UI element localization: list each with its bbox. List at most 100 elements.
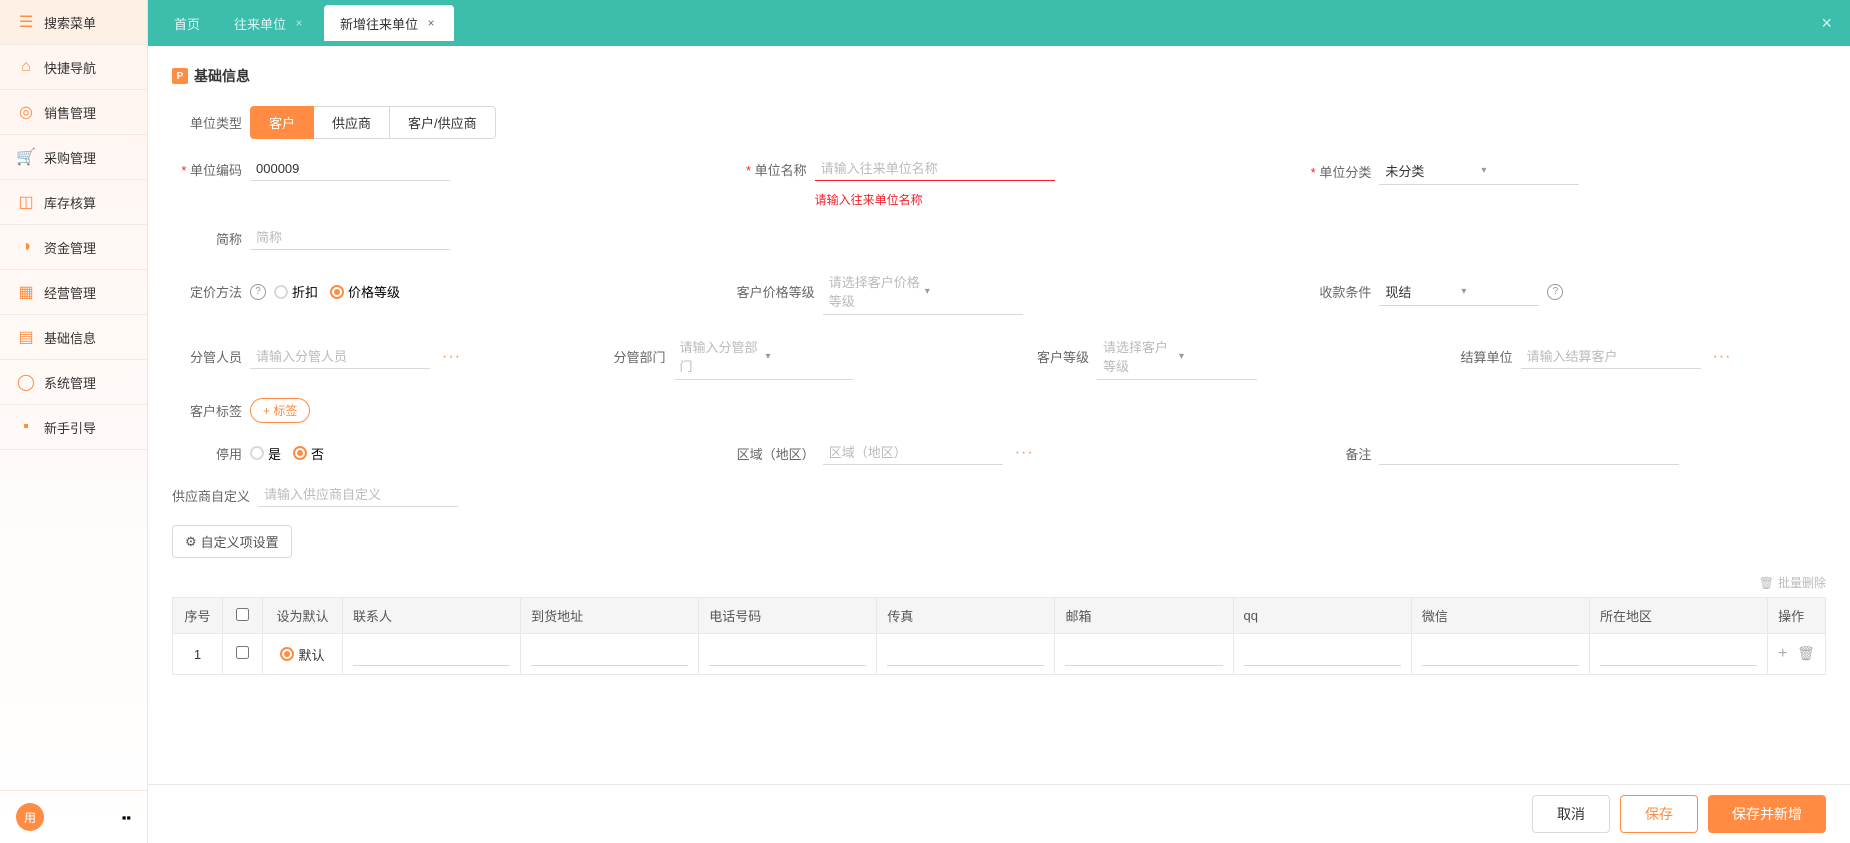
window-close-button[interactable]: ×	[1813, 9, 1840, 38]
sidebar-item-inventory[interactable]: ◫ 库存核算	[0, 180, 147, 225]
contact-input[interactable]	[353, 642, 510, 666]
form-row-pricing: 定价方法 ? 折扣 价格等级 客户价格等级 请选择客户价格等级	[172, 268, 1826, 315]
supplier-custom-input[interactable]	[258, 483, 458, 507]
col-default: 设为默认	[263, 598, 343, 634]
payment-help-icon[interactable]: ?	[1547, 284, 1563, 300]
col-region: 所在地区	[1590, 598, 1768, 634]
sidebar-item-purchase[interactable]: 🛒 采购管理	[0, 135, 147, 180]
manager-group: 分管人员 ···	[172, 345, 556, 369]
tab-new-partner-label: 新增往来单位	[340, 14, 418, 33]
wechat-input[interactable]	[1422, 642, 1579, 666]
row-default-cell: 默认	[263, 634, 343, 675]
disabled-radio-group: 是 否	[250, 444, 324, 463]
save-button[interactable]: 保存	[1620, 795, 1698, 833]
unit-name-input[interactable]	[815, 157, 1055, 181]
quick-nav-icon: ⌂	[16, 57, 36, 77]
row-fax	[877, 634, 1055, 675]
payment-term-value: 现结	[1385, 282, 1457, 301]
inventory-icon: ◫	[16, 192, 36, 212]
row-checkbox[interactable]	[236, 646, 249, 659]
tab-home[interactable]: 首页	[158, 5, 216, 41]
gear-icon: ⚙	[185, 534, 197, 550]
sidebar-item-quick-nav[interactable]: ⌂ 快捷导航	[0, 45, 147, 90]
unit-category-group: 单位分类 未分类 ▾	[1301, 157, 1826, 185]
payment-term-select[interactable]: 现结 ▾	[1379, 278, 1539, 306]
add-tag-button[interactable]: + 标签	[250, 398, 310, 423]
customer-price-group: 客户价格等级 请选择客户价格等级 ▾	[737, 268, 1262, 315]
manager-dots-btn[interactable]: ···	[438, 348, 465, 366]
fax-input[interactable]	[887, 642, 1044, 666]
short-name-input[interactable]	[250, 226, 450, 250]
tab-partner-list[interactable]: 往来单位 ×	[218, 5, 322, 41]
settlement-unit-group: 结算单位 ···	[1443, 345, 1827, 369]
settlement-unit-input[interactable]	[1521, 345, 1701, 369]
settlement-dots-btn[interactable]: ···	[1709, 348, 1736, 366]
row-add-btn[interactable]: +	[1778, 645, 1787, 662]
col-address: 到货地址	[521, 598, 699, 634]
email-input[interactable]	[1065, 642, 1222, 666]
remark-input[interactable]	[1379, 441, 1679, 465]
unit-type-group: 单位类型 客户 供应商 客户/供应商	[172, 106, 1826, 139]
sidebar-item-sales[interactable]: ◎ 销售管理	[0, 90, 147, 135]
contact-table: 序号 设为默认 联系人 到货地址 电话号码 传真 邮箱 qq 微信 所在地区	[172, 597, 1826, 675]
unit-code-input[interactable]	[250, 157, 450, 181]
supplier-custom-label: 供应商自定义	[172, 486, 250, 505]
select-all-checkbox[interactable]	[236, 608, 249, 621]
pricing-help-icon[interactable]: ?	[250, 284, 266, 300]
row-delete-btn[interactable]: 🗑	[1797, 645, 1815, 661]
sidebar-item-new-guide[interactable]: ▪ 新手引导	[0, 405, 147, 450]
radio-discount[interactable]: 折扣	[274, 282, 318, 301]
sidebar-item-label: 采购管理	[44, 148, 96, 167]
form-row-short-name: 简称	[172, 226, 1826, 250]
region-dots-btn[interactable]: ···	[1011, 444, 1038, 462]
type-btn-supplier[interactable]: 供应商	[314, 106, 390, 139]
address-input[interactable]	[531, 642, 688, 666]
customer-level-select[interactable]: 请选择客户等级 ▾	[1097, 333, 1257, 380]
purchase-icon: 🛒	[16, 147, 36, 167]
sidebar-item-basic-info[interactable]: ▤ 基础信息	[0, 315, 147, 360]
radio-disabled-no[interactable]: 否	[293, 444, 324, 463]
row-default-radio[interactable]: 默认	[273, 645, 332, 664]
sidebar: ☰ 搜索菜单 ⌂ 快捷导航 ◎ 销售管理 🛒 采购管理 ◫ 库存核算 ◑ 资金管…	[0, 0, 148, 843]
phone-input[interactable]	[709, 642, 866, 666]
region-table-input[interactable]	[1600, 642, 1757, 666]
region-label: 区域（地区）	[737, 444, 815, 463]
tab-home-label: 首页	[174, 14, 200, 33]
unit-name-group: 单位名称 请输入往来单位名称	[737, 157, 1262, 208]
department-select[interactable]: 请输入分管部门 ▾	[674, 333, 854, 380]
manager-input[interactable]	[250, 345, 430, 369]
tab-partner-list-close[interactable]: ×	[292, 16, 306, 30]
radio-price-level[interactable]: 价格等级	[330, 282, 400, 301]
pricing-radio-group: 折扣 价格等级	[274, 282, 400, 301]
section-title-text: 基础信息	[194, 66, 250, 86]
sidebar-item-label: 经营管理	[44, 283, 96, 302]
supplier-custom-group: 供应商自定义	[172, 483, 1826, 507]
customer-price-select[interactable]: 请选择客户价格等级 ▾	[823, 268, 1023, 315]
batch-delete-button[interactable]: 🗑 批量删除	[1759, 574, 1826, 591]
sidebar-item-label: 销售管理	[44, 103, 96, 122]
type-btn-both[interactable]: 客户/供应商	[390, 106, 496, 139]
type-btn-customer[interactable]: 客户	[250, 106, 314, 139]
sidebar-item-sys-mgmt[interactable]: ◯ 系统管理	[0, 360, 147, 405]
sidebar-item-ops[interactable]: ▦ 经营管理	[0, 270, 147, 315]
action-bar: 取消 保存 保存并新增	[148, 784, 1850, 843]
qq-input[interactable]	[1244, 642, 1401, 666]
row-action: + 🗑	[1768, 634, 1826, 675]
cancel-button[interactable]: 取消	[1532, 795, 1610, 833]
radio-disabled-yes[interactable]: 是	[250, 444, 281, 463]
tab-new-partner[interactable]: 新增往来单位 ×	[324, 5, 454, 41]
form-row-disabled: 停用 是 否 区域（地区） ··· 备注	[172, 441, 1826, 465]
sidebar-item-finance[interactable]: ◑ 资金管理	[0, 225, 147, 270]
tab-new-partner-close[interactable]: ×	[424, 16, 438, 30]
custom-settings-button[interactable]: ⚙ 自定义项设置	[172, 525, 292, 558]
payment-term-label: 收款条件	[1301, 282, 1371, 301]
batch-delete-icon: 🗑	[1759, 576, 1774, 590]
sidebar-item-search-menu[interactable]: ☰ 搜索菜单	[0, 0, 147, 45]
save-new-button[interactable]: 保存并新增	[1708, 795, 1826, 833]
row-wechat	[1411, 634, 1589, 675]
unit-category-select[interactable]: 未分类 ▾	[1379, 157, 1579, 185]
region-input[interactable]	[823, 441, 1003, 465]
row-checkbox-cell	[223, 634, 263, 675]
remark-group: 备注	[1301, 441, 1826, 465]
radio-no-circle	[293, 446, 307, 460]
